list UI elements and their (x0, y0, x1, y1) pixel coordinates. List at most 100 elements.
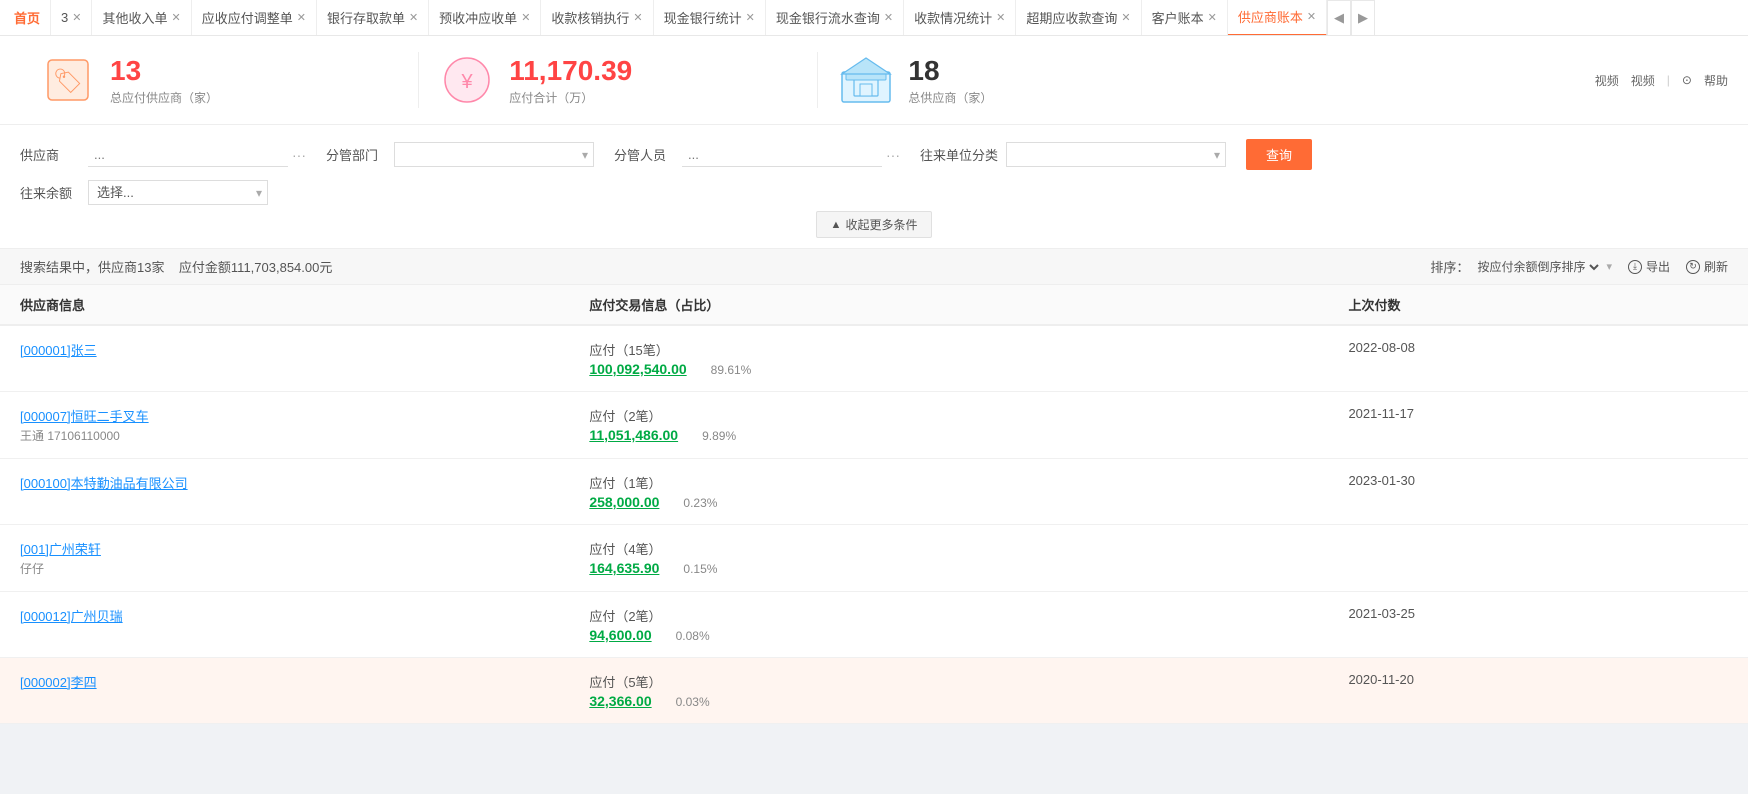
total-suppliers-icon (838, 52, 894, 108)
collapse-section: ▲ 收起更多条件 (20, 211, 1728, 238)
nav-tab-cash-bank-stat[interactable]: 现金银行统计 ✕ (654, 0, 766, 36)
nav-tab-receipt-stat-label: 收款情况统计 (914, 8, 992, 27)
supplier-dots-btn[interactable]: ··· (292, 147, 306, 163)
result-text-2: 应付金额111,703,854.00元 (179, 260, 332, 275)
last-pay-date: 2023-01-30 (1348, 473, 1415, 488)
transaction-cell: 应付（15笔） 100,092,540.00 89.61% (589, 340, 1348, 377)
person-input[interactable] (682, 143, 882, 167)
trans-amount-row: 100,092,540.00 89.61% (589, 359, 1348, 377)
ap-suppliers-icon: 🏷 (40, 52, 96, 108)
trans-amount-link[interactable]: 258,000.00 (589, 494, 659, 510)
category-select[interactable] (1006, 142, 1226, 167)
nav-tab-supplier-book[interactable]: 供应商账本 ✕ (1228, 0, 1327, 36)
nav-tab-bank-deposit[interactable]: 银行存取款单 ✕ (317, 0, 429, 36)
supplier-input-wrapper: ··· (88, 143, 306, 167)
trans-label: 应付（15笔） (589, 340, 1348, 359)
refresh-icon: ↻ (1686, 260, 1700, 274)
close-icon[interactable]: ✕ (746, 11, 755, 24)
nav-tab-overdue-ar[interactable]: 超期应收款查询 ✕ (1016, 0, 1141, 36)
nav-tab-other-income[interactable]: 其他收入单 ✕ (92, 0, 191, 36)
close-icon[interactable]: ✕ (521, 11, 530, 24)
close-icon[interactable]: ✕ (409, 11, 418, 24)
close-icon[interactable]: ✕ (1121, 11, 1130, 24)
nav-tab-ar-ap-adjust[interactable]: 应收应付调整单 ✕ (192, 0, 317, 36)
collapse-button[interactable]: ▲ 收起更多条件 (816, 211, 933, 238)
supplier-name-link[interactable]: [000002]李四 (20, 672, 589, 691)
nav-tab-prepay-ar[interactable]: 预收冲应收单 ✕ (429, 0, 541, 36)
nav-tab-3-label: 3 (61, 10, 68, 25)
refresh-button[interactable]: ↻ 刷新 (1686, 258, 1728, 275)
close-icon[interactable]: ✕ (171, 11, 180, 24)
nav-tab-cash-bank-flow-label: 现金银行流水查询 (776, 8, 880, 27)
supplier-cell: [000001]张三 (20, 340, 589, 359)
sort-select[interactable]: 按应付余额倒序排序 (1473, 259, 1602, 275)
filter-dept: 分管部门 (326, 142, 594, 167)
summary-card-total-suppliers: 18 总供应商（家） (818, 52, 1574, 108)
query-button[interactable]: 查询 (1246, 139, 1312, 170)
nav-arrow-left[interactable]: ◀ (1327, 0, 1351, 36)
filter-balance: 往来余额 选择... (20, 180, 268, 205)
filter-supplier: 供应商 ··· (20, 143, 306, 167)
nav-arrow-right[interactable]: ▶ (1351, 0, 1375, 36)
close-icon[interactable]: ✕ (1208, 11, 1217, 24)
summary-card-ap-total: ¥ 11,170.39 应付合计（万） (419, 52, 818, 108)
trans-pct: 0.03% (676, 695, 710, 709)
table-row[interactable]: [000001]张三 应付（15笔） 100,092,540.00 89.61%… (0, 326, 1748, 392)
supplier-name-link[interactable]: [000100]本特勤油品有限公司 (20, 473, 589, 492)
refresh-label: 刷新 (1704, 258, 1728, 275)
close-icon[interactable]: ✕ (1307, 10, 1316, 23)
table-row[interactable]: [000002]李四 应付（5笔） 32,366.00 0.03% 2020-1… (0, 658, 1748, 724)
nav-tab-cash-bank-flow[interactable]: 现金银行流水查询 ✕ (766, 0, 904, 36)
table-row[interactable]: [000100]本特勤油品有限公司 应付（1笔） 258,000.00 0.23… (0, 459, 1748, 525)
table-row[interactable]: [000007]恒旺二手叉车 王通 17106110000 应付（2笔） 11,… (0, 392, 1748, 459)
supplier-name-link[interactable]: [000007]恒旺二手叉车 (20, 406, 589, 425)
close-icon[interactable]: ✕ (72, 11, 81, 24)
help-link[interactable]: 帮助 (1704, 72, 1728, 89)
nav-tab-cash-bank-stat-label: 现金银行统计 (664, 8, 742, 27)
nav-tab-home-label: 首页 (14, 8, 40, 27)
video-link-label[interactable]: 视频 (1631, 72, 1655, 89)
last-pay-date: 2021-11-17 (1348, 406, 1414, 421)
trans-amount-link[interactable]: 32,366.00 (589, 693, 651, 709)
nav-tab-customer-book[interactable]: 客户账本 ✕ (1142, 0, 1228, 36)
video-link[interactable]: 视频 (1595, 72, 1619, 89)
trans-amount-link[interactable]: 100,092,540.00 (589, 361, 686, 377)
table-row[interactable]: [000012]广州贝瑞 应付（2笔） 94,600.00 0.08% 2021… (0, 592, 1748, 658)
trans-label: 应付（2笔） (589, 606, 1348, 625)
ap-total-label: 应付合计（万） (509, 89, 632, 106)
lastpay-cell: 2021-03-25 (1348, 606, 1728, 621)
dept-select[interactable] (394, 142, 594, 167)
svg-text:¥: ¥ (461, 71, 474, 93)
trans-amount-link[interactable]: 11,051,486.00 (589, 427, 678, 443)
nav-tab-payment-verify[interactable]: 收款核销执行 ✕ (541, 0, 653, 36)
supplier-cell: [000002]李四 (20, 672, 589, 691)
trans-amount-link[interactable]: 94,600.00 (589, 627, 651, 643)
close-icon[interactable]: ✕ (884, 11, 893, 24)
last-pay-date: 2020-11-20 (1348, 672, 1414, 687)
transaction-cell: 应付（1笔） 258,000.00 0.23% (589, 473, 1348, 510)
nav-tab-receipt-stat[interactable]: 收款情况统计 ✕ (904, 0, 1016, 36)
trans-pct: 0.08% (676, 629, 710, 643)
result-actions: 排序： 按应付余额倒序排序 ▾ ⤓ 导出 ↻ 刷新 (1430, 257, 1728, 276)
nav-tab-3[interactable]: 3 ✕ (51, 0, 92, 36)
export-button[interactable]: ⤓ 导出 (1628, 258, 1670, 275)
close-icon[interactable]: ✕ (297, 11, 306, 24)
supplier-name-link[interactable]: [000001]张三 (20, 340, 589, 359)
table-row[interactable]: [001]广州荣轩 仔仔 应付（4笔） 164,635.90 0.15% (0, 525, 1748, 592)
balance-select[interactable]: 选择... (88, 180, 268, 205)
trans-pct: 9.89% (702, 429, 736, 443)
close-icon[interactable]: ✕ (996, 11, 1005, 24)
supplier-sub-info: 仔仔 (20, 560, 589, 577)
trans-pct: 89.61% (711, 363, 752, 377)
category-filter-label: 往来单位分类 (920, 145, 998, 164)
supplier-name-link[interactable]: [001]广州荣轩 (20, 539, 589, 558)
person-dots-btn[interactable]: ··· (886, 147, 900, 163)
total-suppliers-label: 总供应商（家） (908, 89, 992, 106)
supplier-input[interactable] (88, 143, 288, 167)
supplier-name-link[interactable]: [000012]广州贝瑞 (20, 606, 589, 625)
trans-pct: 0.23% (683, 496, 717, 510)
nav-tab-home[interactable]: 首页 (4, 0, 51, 36)
close-icon[interactable]: ✕ (633, 11, 642, 24)
trans-amount-link[interactable]: 164,635.90 (589, 560, 659, 576)
total-suppliers-info: 18 总供应商（家） (908, 54, 992, 107)
